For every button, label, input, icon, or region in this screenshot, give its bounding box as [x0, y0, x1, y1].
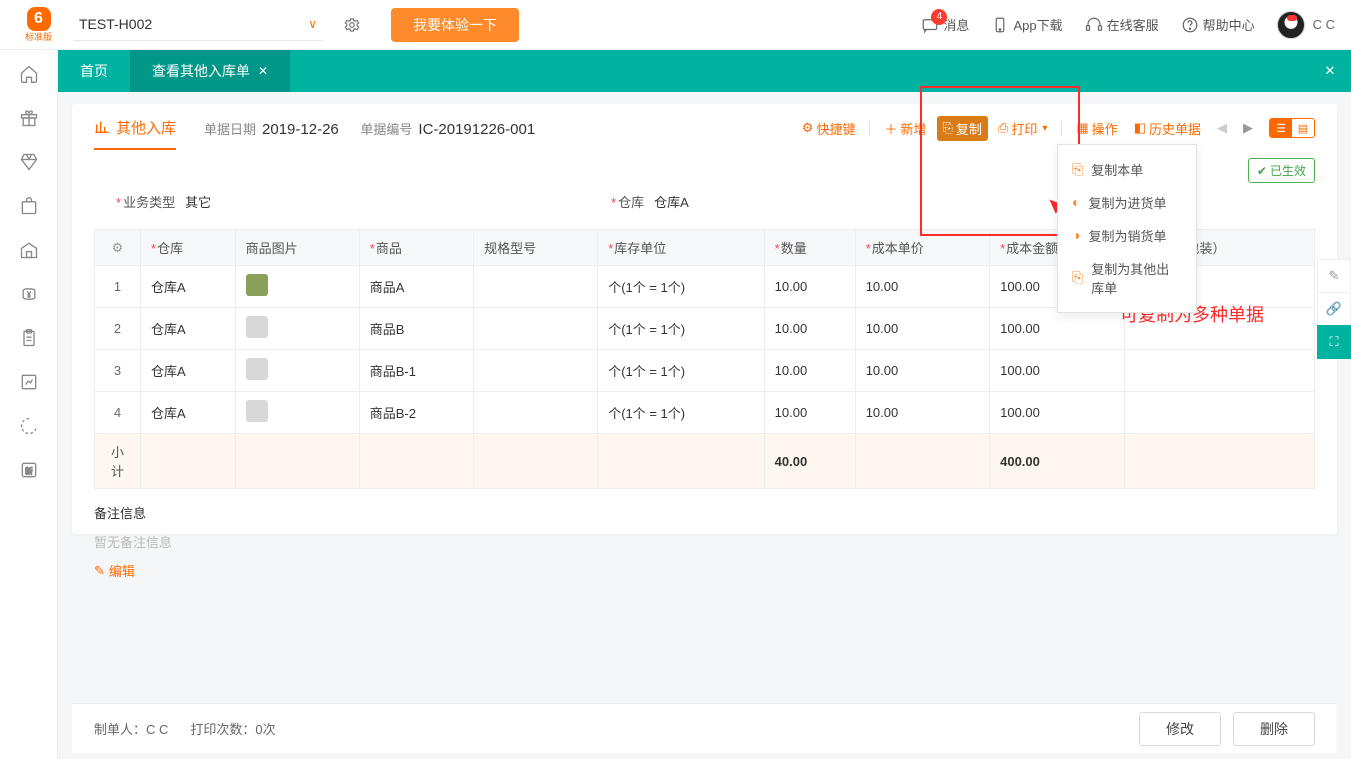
copy-dropdown: ⎘复制本单 ◐复制为进货单 ◑复制为销货单 ⎘复制为其他出库单	[1057, 144, 1197, 313]
tool-fullscreen-icon[interactable]: ⛶	[1317, 325, 1351, 359]
biz-type-field: *业务类型 其它	[116, 192, 211, 211]
card-view-icon[interactable]: ▤	[1292, 119, 1314, 137]
history-button[interactable]: ◧历史单据	[1128, 116, 1207, 141]
nav-warehouse-icon[interactable]	[19, 240, 39, 260]
add-button[interactable]: ＋新增	[878, 116, 932, 141]
footer-bar: 制单人：C C 打印次数：0次 修改 删除	[72, 703, 1337, 753]
print-count-info: 打印次数：0次	[190, 719, 275, 738]
chevron-down-icon: ∨	[308, 17, 317, 31]
shortcut-button[interactable]: ⚙快捷键	[796, 116, 862, 141]
tabstrip: 首页 查看其他入库单 ✕ ✕	[58, 50, 1351, 92]
messages-link[interactable]: 消息 4	[921, 15, 969, 34]
copy-as-purchase[interactable]: ◐复制为进货单	[1058, 186, 1196, 219]
username: C C	[1313, 17, 1335, 32]
help-center-link[interactable]: 帮助中心	[1181, 15, 1255, 34]
nav-home-icon[interactable]	[19, 64, 39, 84]
status-badge: ✔已生效	[1248, 158, 1315, 183]
edition-label: 标准版	[16, 30, 61, 43]
edit-remark-link[interactable]: ✎编辑	[94, 561, 135, 580]
try-button[interactable]: 我要体验一下	[391, 8, 519, 42]
page-title-tab[interactable]: 其他入库	[94, 107, 176, 150]
nav-money-icon[interactable]	[19, 284, 39, 304]
print-button[interactable]: ⎙打印▾	[992, 116, 1053, 141]
table-settings-icon[interactable]: ⚙	[95, 230, 141, 266]
copy-as-sales[interactable]: ◑复制为销货单	[1058, 219, 1196, 252]
doc-date: 单据日期2019-12-26 单据编号IC-20191226-001	[204, 119, 553, 138]
tab-view-inbound[interactable]: 查看其他入库单 ✕	[130, 50, 290, 92]
nav-report-icon[interactable]	[19, 372, 39, 392]
close-all-tabs-icon[interactable]: ✕	[1309, 50, 1351, 92]
remark-empty: 暂无备注信息	[94, 532, 1315, 551]
app-download-link[interactable]: App下载	[991, 15, 1062, 34]
svg-text:新: 新	[25, 465, 33, 475]
nav-gift-icon[interactable]	[19, 108, 39, 128]
nav-diamond-icon[interactable]	[19, 152, 39, 172]
nav-bag-icon[interactable]	[19, 196, 39, 216]
view-toggle[interactable]: ☰ ▤	[1269, 118, 1315, 138]
left-nav-rail: 新	[0, 50, 58, 759]
delete-button[interactable]: 删除	[1233, 712, 1315, 746]
copy-this-doc[interactable]: ⎘复制本单	[1058, 153, 1196, 186]
tool-link-icon[interactable]: 🔗	[1317, 292, 1351, 326]
next-doc-icon[interactable]: ▶	[1237, 117, 1259, 139]
warehouse-field: *仓库 仓库A	[611, 192, 689, 211]
table-row[interactable]: 3仓库A商品B-1个(1个 = 1个)10.0010.00100.00	[95, 350, 1315, 392]
head-actions: ⚙快捷键 ＋新增 ⎘复制 ⎙打印▾ ▦操作 ◧历史单据 ◀ ▶ ☰ ▤ ⎘复制本…	[796, 116, 1315, 141]
remark-title: 备注信息	[94, 503, 1315, 522]
copy-button[interactable]: ⎘复制	[937, 116, 988, 141]
tool-note-icon[interactable]: ✎	[1317, 259, 1351, 293]
product-thumb	[246, 358, 268, 380]
nav-clipboard-icon[interactable]	[19, 328, 39, 348]
subtotal-row: 小计 40.00 400.00	[95, 434, 1315, 489]
product-thumb	[246, 400, 268, 422]
close-tab-icon[interactable]: ✕	[258, 64, 268, 78]
product-thumb	[246, 316, 268, 338]
copy-as-outbound[interactable]: ⎘复制为其他出库单	[1058, 252, 1196, 304]
modify-button[interactable]: 修改	[1139, 712, 1221, 746]
avatar[interactable]	[1277, 11, 1305, 39]
settings-icon[interactable]	[343, 16, 361, 34]
tab-home[interactable]: 首页	[58, 50, 130, 92]
table-row[interactable]: 4仓库A商品B-2个(1个 = 1个)10.0010.00100.00	[95, 392, 1315, 434]
product-thumb	[246, 274, 268, 296]
online-service-link[interactable]: 在线客服	[1085, 15, 1159, 34]
nav-cycle-icon[interactable]	[19, 416, 39, 436]
org-selector[interactable]: TEST-H002 ∨	[73, 9, 323, 41]
org-name: TEST-H002	[79, 16, 152, 32]
app-logo[interactable]: 6 标准版	[16, 7, 61, 43]
right-tools: ✎ 🔗 ⛶	[1317, 260, 1351, 359]
list-view-icon[interactable]: ☰	[1270, 119, 1292, 137]
ops-button[interactable]: ▦操作	[1070, 116, 1123, 141]
prev-doc-icon[interactable]: ◀	[1211, 117, 1233, 139]
nav-new-icon[interactable]: 新	[19, 460, 39, 480]
creator-info: 制单人：C C	[94, 719, 168, 738]
